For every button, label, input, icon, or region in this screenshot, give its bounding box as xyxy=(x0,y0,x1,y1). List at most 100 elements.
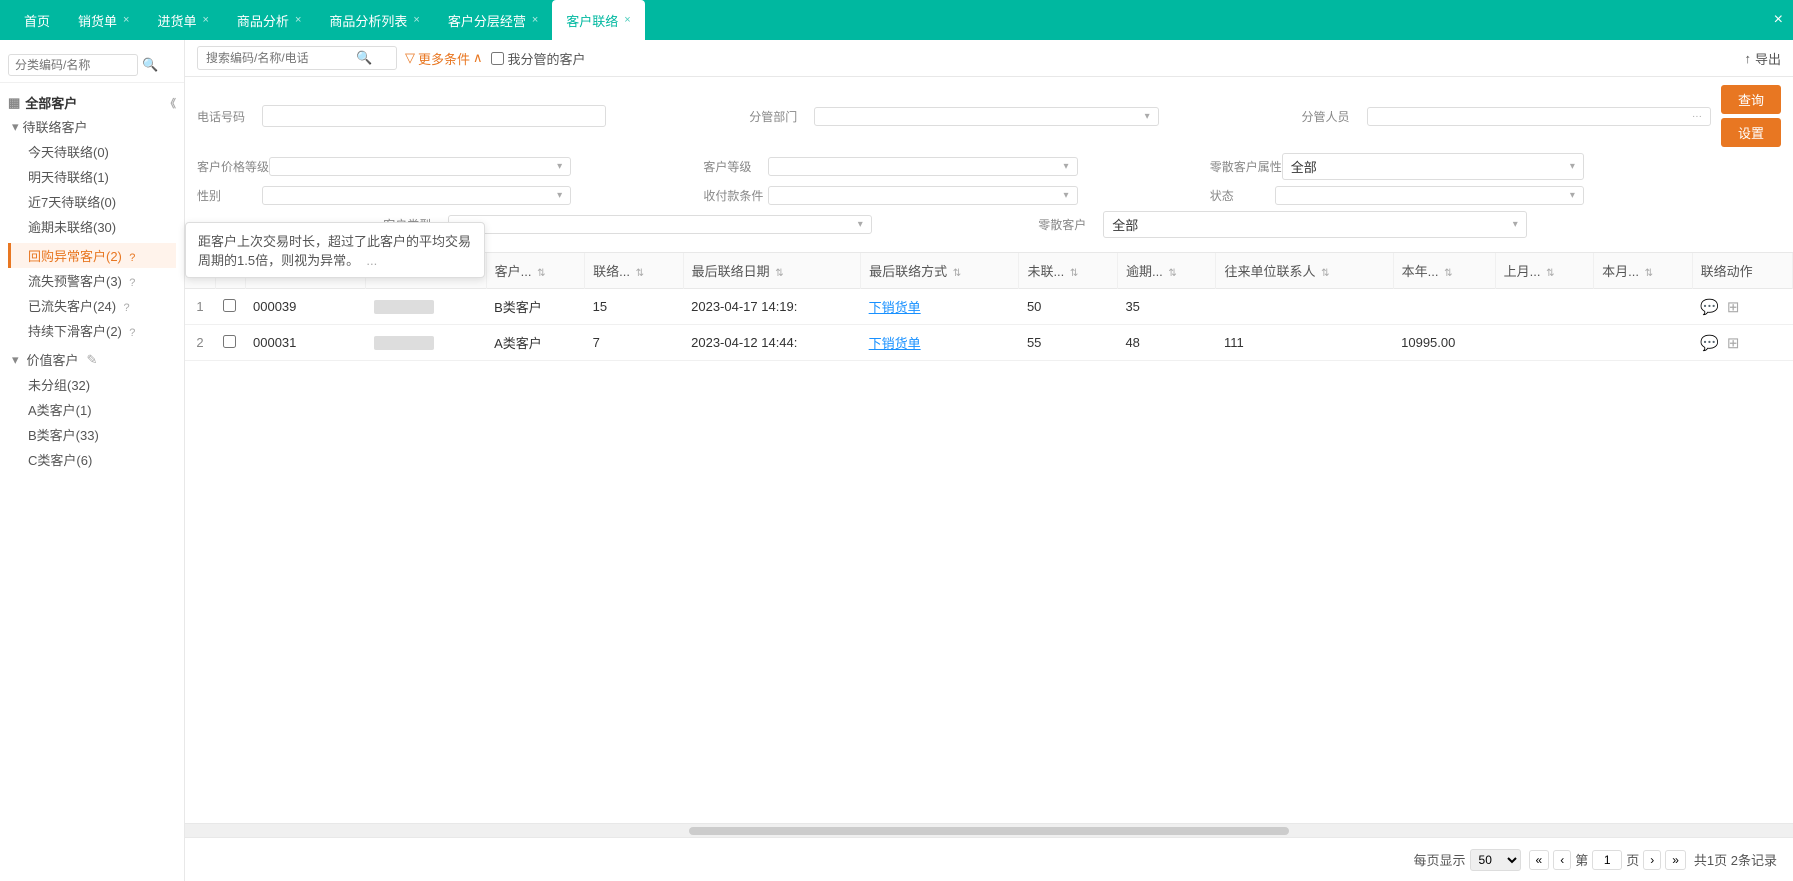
scroll-thumb[interactable] xyxy=(689,827,1289,835)
sort-icon-contact: ⇅ xyxy=(636,268,644,279)
filter-field-price-level: 客户价格等级 ▾ xyxy=(197,157,571,176)
table-row: 1 000039 B类客户 15 2023-04-17 14:19: 下销货单 xyxy=(185,289,1793,325)
row2-this-year: 10995.00 xyxy=(1393,325,1495,361)
sidebar-item-churn-warning[interactable]: 流失预警客户(3) ? xyxy=(8,268,176,293)
row1-select-checkbox[interactable] xyxy=(223,299,236,312)
sidebar-item-today[interactable]: 今天待联络(0) xyxy=(8,139,176,164)
sidebar-group-value[interactable]: ▾ 价值客户 ✎ xyxy=(8,347,176,372)
row1-more-icon[interactable]: ⊞ xyxy=(1727,298,1740,316)
filter-field-department: 分管部门 ▾ xyxy=(749,107,1158,126)
close-customer-tier-tab[interactable]: × xyxy=(532,14,538,26)
row1-action-icons: 💬 ⊞ xyxy=(1700,298,1784,316)
nav-tab-product-analysis[interactable]: 商品分析 × xyxy=(223,0,315,40)
prev-page-btn[interactable]: ‹ xyxy=(1553,850,1571,870)
filter-field-phone: 电话号码 xyxy=(197,105,606,127)
sidebar-item-churned[interactable]: 已流失客户(24) ? xyxy=(8,293,176,318)
row1-actions: 💬 ⊞ xyxy=(1692,289,1792,325)
sidebar-item-class-b[interactable]: B类客户(33) xyxy=(8,422,176,447)
sidebar-item-overdue[interactable]: 逾期未联络(30) xyxy=(8,214,176,239)
sidebar-all-customers[interactable]: ▦ 全部客户 《 xyxy=(8,89,176,114)
close-purchase-tab[interactable]: × xyxy=(202,14,208,26)
th-last-month: 上月... ⇅ xyxy=(1495,253,1594,289)
retail-attr-select[interactable]: 全部 ▾ xyxy=(1282,153,1584,180)
filter-field-manager: 分管人员 ··· xyxy=(1302,107,1711,126)
phone-input[interactable] xyxy=(262,105,606,127)
row2-last-method: 下销货单 xyxy=(861,325,1019,361)
sidebar-special-item-area: 回购异常客户(2) ? 流失预警客户(3) ? 已流失客户(24) ? 持续下滑… xyxy=(0,241,184,345)
status-select[interactable]: ▾ xyxy=(1275,186,1584,205)
page-number-input[interactable] xyxy=(1592,850,1622,870)
first-page-btn[interactable]: « xyxy=(1529,850,1550,870)
sidebar-search-input[interactable] xyxy=(8,54,138,76)
row2-chat-icon[interactable]: 💬 xyxy=(1700,334,1719,352)
page-size-area: 每页显示 50 100 200 xyxy=(1414,849,1521,871)
retail-customer-select[interactable]: 全部 ▾ xyxy=(1103,211,1527,238)
close-window-button[interactable]: × xyxy=(1774,11,1783,29)
payment-select[interactable]: ▾ xyxy=(768,186,1077,205)
nav-tab-sales[interactable]: 销货单 × xyxy=(64,0,143,40)
row1-not-contacted: 50 xyxy=(1019,289,1118,325)
close-customer-contact-tab[interactable]: × xyxy=(624,14,630,26)
row1-last-month xyxy=(1495,289,1594,325)
manager-select[interactable]: ··· xyxy=(1367,107,1711,126)
edit-icon-value[interactable]: ✎ xyxy=(87,352,98,368)
sort-icon-person: ⇅ xyxy=(1321,268,1329,279)
settings-button[interactable]: 设置 xyxy=(1721,118,1781,147)
caret-icon3: ▾ xyxy=(557,161,562,172)
row2-select-checkbox[interactable] xyxy=(223,335,236,348)
customer-level-select[interactable]: ▾ xyxy=(768,157,1077,176)
filter-search-icon[interactable]: 🔍 xyxy=(356,50,372,66)
close-sales-tab[interactable]: × xyxy=(123,14,129,26)
row1-contact-person xyxy=(1216,289,1393,325)
price-level-select[interactable]: ▾ xyxy=(269,157,571,176)
sidebar-item-declining[interactable]: 持续下滑客户(2) ? xyxy=(8,318,176,343)
gender-select[interactable]: ▾ xyxy=(262,186,571,205)
sort-icon-year: ⇅ xyxy=(1444,268,1452,279)
sidebar-item-7days[interactable]: 近7天待联络(0) xyxy=(8,189,176,214)
department-select[interactable]: ▾ xyxy=(814,107,1158,126)
export-icon: ↑ xyxy=(1744,51,1751,66)
nav-tab-purchase[interactable]: 进货单 × xyxy=(143,0,222,40)
th-last-method: 最后联络方式 ⇅ xyxy=(861,253,1019,289)
row2-actions: 💬 ⊞ xyxy=(1692,325,1792,361)
sidebar-item-repurchase[interactable]: 回购异常客户(2) ? xyxy=(8,243,176,268)
nav-tab-customer-tier[interactable]: 客户分层经营 × xyxy=(434,0,552,40)
more-conditions-btn[interactable]: ▽ 更多条件 ∧ xyxy=(405,49,483,68)
sidebar-collapse-btn[interactable]: 《 xyxy=(165,95,176,111)
next-page-btn[interactable]: › xyxy=(1643,850,1661,870)
row2-code: 000031 xyxy=(245,325,366,361)
close-product-analysis-tab[interactable]: × xyxy=(295,14,301,26)
horizontal-scrollbar[interactable] xyxy=(185,823,1793,837)
sidebar-item-class-a[interactable]: A类客户(1) xyxy=(8,397,176,422)
nav-tab-home[interactable]: 首页 xyxy=(10,0,64,40)
query-button[interactable]: 查询 xyxy=(1721,85,1781,114)
filter-search-input[interactable] xyxy=(206,51,356,65)
sidebar-search-icon[interactable]: 🔍 xyxy=(142,57,158,73)
nav-tab-customer-contact[interactable]: 客户联络 × xyxy=(552,0,644,40)
row2-method-link[interactable]: 下销货单 xyxy=(869,336,921,351)
filter-field-status: 状态 ▾ xyxy=(1210,186,1584,205)
page-size-select[interactable]: 50 100 200 xyxy=(1470,849,1521,871)
row2-last-month xyxy=(1495,325,1594,361)
nav-tab-product-list[interactable]: 商品分析列表 × xyxy=(315,0,433,40)
filter-field-retail-customer: 零散客户 全部 ▾ xyxy=(1038,211,1527,238)
row1-type: B类客户 xyxy=(486,289,585,325)
row1-chat-icon[interactable]: 💬 xyxy=(1700,298,1719,316)
right-panel: 🔍 ▽ 更多条件 ∧ 我分管的客户 ↑ 导出 电话号码 xyxy=(185,40,1793,881)
last-page-btn[interactable]: » xyxy=(1665,850,1686,870)
sidebar-item-tomorrow[interactable]: 明天待联络(1) xyxy=(8,164,176,189)
row1-method-link[interactable]: 下销货单 xyxy=(869,300,921,315)
close-product-list-tab[interactable]: × xyxy=(413,14,419,26)
sort-icon-overdue: ⇅ xyxy=(1168,268,1176,279)
row2-more-icon[interactable]: ⊞ xyxy=(1727,334,1740,352)
my-customers-checkbox[interactable] xyxy=(491,52,504,65)
customer-type-select[interactable]: ▾ xyxy=(448,215,872,234)
row2-name-blurred xyxy=(374,336,434,350)
row1-name-blurred xyxy=(374,300,434,314)
sidebar-item-unclassified[interactable]: 未分组(32) xyxy=(8,372,176,397)
customer-table: ⚙ 客户编码 ⇅ 客户名称 ⇅ xyxy=(185,253,1793,823)
export-button[interactable]: ↑ 导出 xyxy=(1744,49,1781,68)
sidebar-group-pending[interactable]: ▾ 待联络客户 xyxy=(8,114,176,139)
row2-last-date: 2023-04-12 14:44: xyxy=(683,325,861,361)
sidebar-item-class-c[interactable]: C类客户(6) xyxy=(8,447,176,472)
